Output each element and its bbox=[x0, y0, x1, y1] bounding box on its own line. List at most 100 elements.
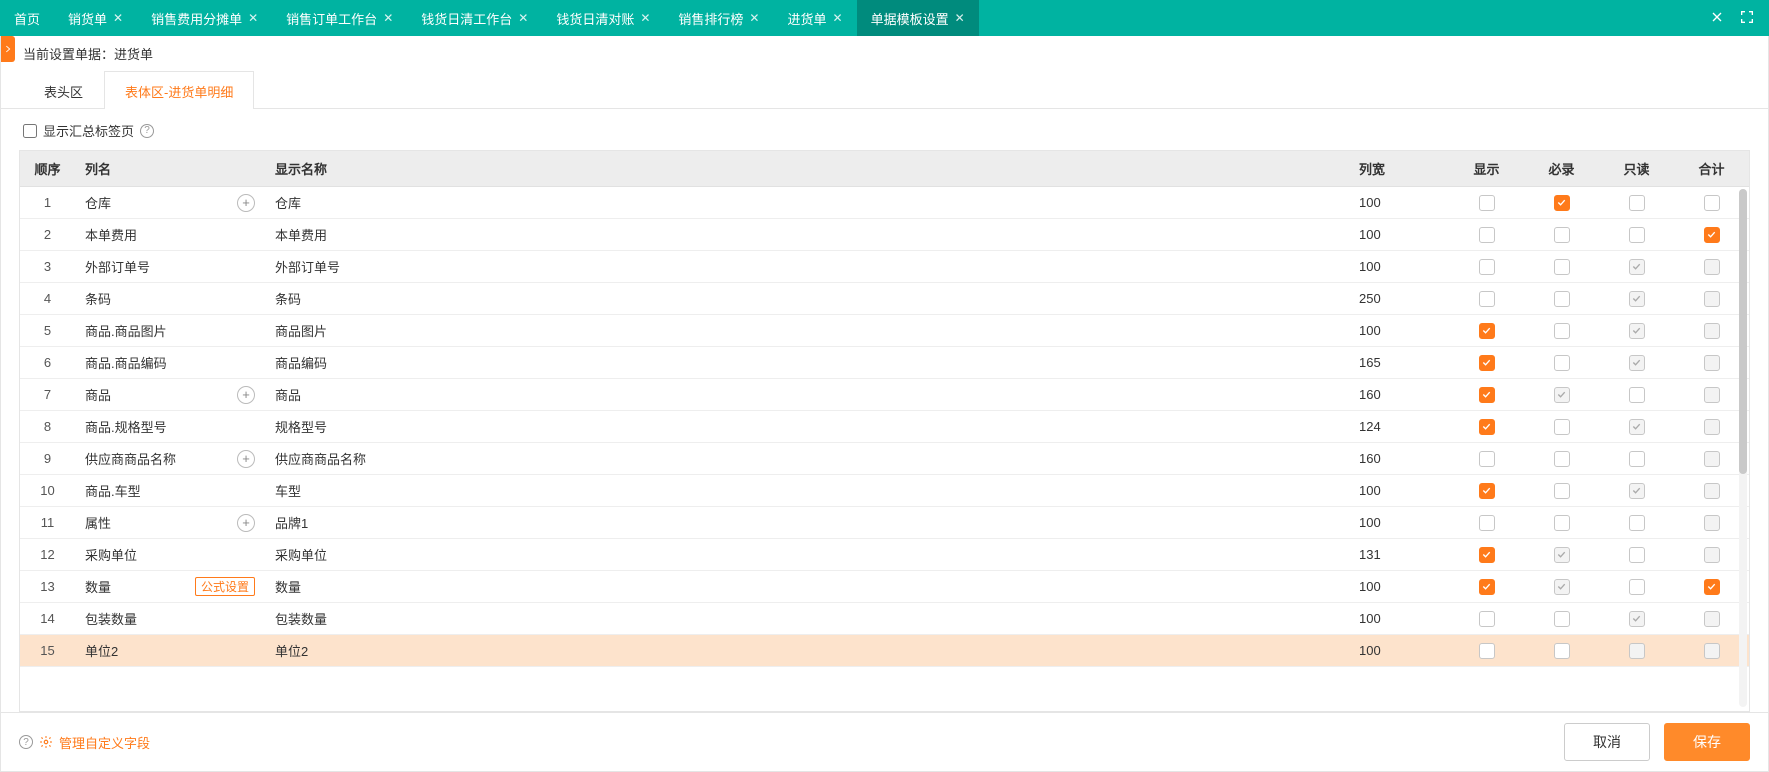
table-row[interactable]: 7商品+商品160 bbox=[20, 379, 1749, 411]
checkbox[interactable] bbox=[1479, 227, 1495, 243]
help-icon[interactable]: ? bbox=[140, 124, 154, 138]
top-tab[interactable]: 销售订单工作台✕ bbox=[272, 0, 407, 36]
cell-display[interactable]: 供应商商品名称 bbox=[265, 443, 1349, 474]
checkbox[interactable] bbox=[1479, 387, 1495, 403]
cell-width[interactable]: 100 bbox=[1349, 637, 1449, 664]
top-tab[interactable]: 销售排行榜✕ bbox=[664, 0, 773, 36]
checkbox[interactable] bbox=[1479, 259, 1495, 275]
add-icon[interactable]: + bbox=[237, 450, 255, 468]
cell-display[interactable]: 商品 bbox=[265, 379, 1349, 410]
cell-display[interactable]: 商品编码 bbox=[265, 347, 1349, 378]
add-icon[interactable]: + bbox=[237, 386, 255, 404]
checkbox[interactable] bbox=[1479, 515, 1495, 531]
table-row[interactable]: 14包装数量包装数量100 bbox=[20, 603, 1749, 635]
checkbox[interactable] bbox=[1479, 483, 1495, 499]
table-row[interactable]: 12采购单位采购单位131 bbox=[20, 539, 1749, 571]
cell-display[interactable]: 仓库 bbox=[265, 187, 1349, 218]
checkbox[interactable] bbox=[1629, 195, 1645, 211]
add-icon[interactable]: + bbox=[237, 194, 255, 212]
checkbox[interactable] bbox=[1629, 451, 1645, 467]
checkbox[interactable] bbox=[1704, 579, 1720, 595]
top-tab[interactable]: 单据模板设置✕ bbox=[857, 0, 979, 36]
add-icon[interactable]: + bbox=[237, 514, 255, 532]
table-row[interactable]: 4条码条码250 bbox=[20, 283, 1749, 315]
cell-width[interactable]: 100 bbox=[1349, 189, 1449, 216]
checkbox[interactable] bbox=[1554, 419, 1570, 435]
table-row[interactable]: 10商品.车型车型100 bbox=[20, 475, 1749, 507]
close-icon[interactable]: ✕ bbox=[749, 11, 759, 25]
table-row[interactable]: 2本单费用本单费用100 bbox=[20, 219, 1749, 251]
cell-display[interactable]: 外部订单号 bbox=[265, 251, 1349, 282]
cell-width[interactable]: 250 bbox=[1349, 285, 1449, 312]
table-row[interactable]: 6商品.商品编码商品编码165 bbox=[20, 347, 1749, 379]
checkbox[interactable] bbox=[1554, 643, 1570, 659]
checkbox[interactable] bbox=[1479, 419, 1495, 435]
top-tab[interactable]: 进货单✕ bbox=[773, 0, 856, 36]
table-row[interactable]: 13数量公式设置数量100 bbox=[20, 571, 1749, 603]
checkbox[interactable] bbox=[1479, 611, 1495, 627]
cell-width[interactable]: 100 bbox=[1349, 253, 1449, 280]
close-icon[interactable] bbox=[1709, 9, 1725, 28]
checkbox[interactable] bbox=[1554, 227, 1570, 243]
checkbox[interactable] bbox=[1479, 323, 1495, 339]
close-icon[interactable]: ✕ bbox=[113, 11, 123, 25]
fullscreen-icon[interactable] bbox=[1739, 9, 1755, 28]
top-tab[interactable]: 钱货日清对账✕ bbox=[542, 0, 664, 36]
cell-width[interactable]: 160 bbox=[1349, 445, 1449, 472]
formula-button[interactable]: 公式设置 bbox=[195, 577, 255, 596]
close-icon[interactable]: ✕ bbox=[833, 11, 843, 25]
scrollbar-thumb[interactable] bbox=[1739, 189, 1747, 474]
close-icon[interactable]: ✕ bbox=[955, 11, 965, 25]
checkbox[interactable] bbox=[1554, 259, 1570, 275]
checkbox[interactable] bbox=[1554, 515, 1570, 531]
cell-display[interactable]: 品牌1 bbox=[265, 507, 1349, 538]
cell-width[interactable]: 100 bbox=[1349, 221, 1449, 248]
checkbox[interactable] bbox=[1629, 515, 1645, 531]
checkbox[interactable] bbox=[1479, 643, 1495, 659]
cell-width[interactable]: 100 bbox=[1349, 605, 1449, 632]
checkbox[interactable] bbox=[1479, 547, 1495, 563]
table-row[interactable]: 11属性+品牌1100 bbox=[20, 507, 1749, 539]
checkbox[interactable] bbox=[1629, 387, 1645, 403]
table-row[interactable]: 1仓库+仓库100 bbox=[20, 187, 1749, 219]
cell-width[interactable]: 100 bbox=[1349, 317, 1449, 344]
cell-display[interactable]: 包装数量 bbox=[265, 603, 1349, 634]
close-icon[interactable]: ✕ bbox=[248, 11, 258, 25]
sub-tab[interactable]: 表头区 bbox=[23, 71, 104, 109]
checkbox[interactable] bbox=[1479, 451, 1495, 467]
expand-handle[interactable] bbox=[1, 36, 15, 62]
checkbox[interactable] bbox=[1554, 451, 1570, 467]
show-summary-checkbox[interactable] bbox=[23, 124, 37, 138]
top-tab[interactable]: 首页 bbox=[0, 0, 54, 36]
cell-width[interactable]: 160 bbox=[1349, 381, 1449, 408]
table-row[interactable]: 5商品.商品图片商品图片100 bbox=[20, 315, 1749, 347]
checkbox[interactable] bbox=[1629, 547, 1645, 563]
cell-display[interactable]: 单位2 bbox=[265, 635, 1349, 666]
table-row[interactable]: 8商品.规格型号规格型号124 bbox=[20, 411, 1749, 443]
table-row[interactable]: 15单位2单位2100 bbox=[20, 635, 1749, 667]
cell-display[interactable]: 本单费用 bbox=[265, 219, 1349, 250]
cell-display[interactable]: 车型 bbox=[265, 475, 1349, 506]
cell-display[interactable]: 数量 bbox=[265, 571, 1349, 602]
cell-width[interactable]: 100 bbox=[1349, 509, 1449, 536]
manage-custom-fields-link[interactable]: ? 管理自定义字段 bbox=[19, 733, 150, 752]
help-icon[interactable]: ? bbox=[19, 735, 33, 749]
checkbox[interactable] bbox=[1554, 483, 1570, 499]
cell-display[interactable]: 规格型号 bbox=[265, 411, 1349, 442]
sub-tab[interactable]: 表体区-进货单明细 bbox=[104, 71, 254, 109]
top-tab[interactable]: 销售费用分摊单✕ bbox=[137, 0, 272, 36]
table-row[interactable]: 9供应商商品名称+供应商商品名称160 bbox=[20, 443, 1749, 475]
cell-width[interactable]: 165 bbox=[1349, 349, 1449, 376]
cell-width[interactable]: 100 bbox=[1349, 477, 1449, 504]
cell-width[interactable]: 100 bbox=[1349, 573, 1449, 600]
close-icon[interactable]: ✕ bbox=[518, 11, 528, 25]
close-icon[interactable]: ✕ bbox=[640, 11, 650, 25]
top-tab[interactable]: 销货单✕ bbox=[54, 0, 137, 36]
scrollbar[interactable] bbox=[1739, 189, 1747, 707]
cell-width[interactable]: 124 bbox=[1349, 413, 1449, 440]
checkbox[interactable] bbox=[1704, 195, 1720, 211]
table-row[interactable]: 3外部订单号外部订单号100 bbox=[20, 251, 1749, 283]
checkbox[interactable] bbox=[1479, 579, 1495, 595]
checkbox[interactable] bbox=[1704, 227, 1720, 243]
checkbox[interactable] bbox=[1554, 323, 1570, 339]
